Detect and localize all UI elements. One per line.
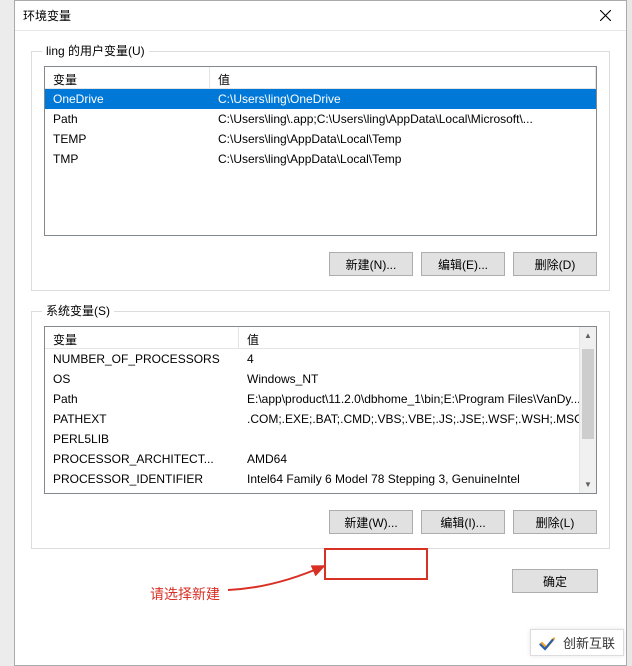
table-row[interactable]: PROCESSOR_ARCHITECT...AMD64	[45, 449, 596, 469]
annotation-text: 请选择新建	[150, 584, 220, 604]
scroll-thumb[interactable]	[582, 349, 594, 439]
var-value: Windows_NT	[239, 372, 596, 386]
system-edit-button[interactable]: 编辑(I)...	[421, 510, 505, 534]
var-name: TEMP	[45, 132, 210, 146]
var-value: E:\app\product\11.2.0\dbhome_1\bin;E:\Pr…	[239, 392, 596, 406]
table-row[interactable]: PROCESSOR_IDENTIFIERIntel64 Family 6 Mod…	[45, 469, 596, 489]
table-row[interactable]: PathE:\app\product\11.2.0\dbhome_1\bin;E…	[45, 389, 596, 409]
var-value: C:\Users\ling\OneDrive	[210, 92, 596, 106]
col-var[interactable]: 变量	[45, 67, 210, 88]
close-button[interactable]	[584, 1, 626, 31]
system-vars-label: 系统变量(S)	[42, 302, 114, 319]
var-name: TMP	[45, 152, 210, 166]
user-new-button[interactable]: 新建(N)...	[329, 252, 413, 276]
table-row[interactable]: NUMBER_OF_PROCESSORS4	[45, 349, 596, 369]
var-value: C:\Users\ling\AppData\Local\Temp	[210, 132, 596, 146]
var-value: Intel64 Family 6 Model 78 Stepping 3, Ge…	[239, 472, 596, 486]
var-name: PROCESSOR_ARCHITECT...	[45, 452, 239, 466]
system-vars-list[interactable]: 变量 值 NUMBER_OF_PROCESSORS4OSWindows_NTPa…	[44, 326, 597, 494]
user-vars-header: 变量 值	[45, 67, 596, 89]
var-name: Path	[45, 392, 239, 406]
watermark-text: 创新互联	[563, 633, 615, 652]
var-name: OS	[45, 372, 239, 386]
user-vars-list[interactable]: 变量 值 OneDriveC:\Users\ling\OneDrivePathC…	[44, 66, 597, 236]
table-row[interactable]: PathC:\Users\ling\.app;C:\Users\ling\App…	[45, 109, 596, 129]
table-row[interactable]: PERL5LIB	[45, 429, 596, 449]
table-row[interactable]: OneDriveC:\Users\ling\OneDrive	[45, 89, 596, 109]
watermark: 创新互联	[530, 629, 624, 656]
window-title: 环境变量	[23, 7, 71, 24]
var-name: Path	[45, 112, 210, 126]
table-row[interactable]: OSWindows_NT	[45, 369, 596, 389]
user-edit-button[interactable]: 编辑(E)...	[421, 252, 505, 276]
scrollbar[interactable]: ▲ ▼	[579, 327, 596, 493]
var-value: .COM;.EXE;.BAT;.CMD;.VBS;.VBE;.JS;.JSE;.…	[239, 412, 596, 426]
var-value: AMD64	[239, 452, 596, 466]
scroll-down-icon[interactable]: ▼	[580, 476, 596, 493]
col-val[interactable]: 值	[239, 327, 596, 348]
system-vars-group: 系统变量(S) 变量 值 NUMBER_OF_PROCESSORS4OSWind…	[31, 311, 610, 549]
col-val[interactable]: 值	[210, 67, 596, 88]
user-delete-button[interactable]: 删除(D)	[513, 252, 597, 276]
table-row[interactable]: PATHEXT.COM;.EXE;.BAT;.CMD;.VBS;.VBE;.JS…	[45, 409, 596, 429]
var-name: PROCESSOR_IDENTIFIER	[45, 472, 239, 486]
system-new-button[interactable]: 新建(W)...	[329, 510, 413, 534]
env-vars-dialog: 环境变量 ling 的用户变量(U) 变量 值 OneDriveC:\Users…	[14, 0, 627, 666]
titlebar: 环境变量	[15, 1, 626, 31]
col-var[interactable]: 变量	[45, 327, 239, 348]
var-name: NUMBER_OF_PROCESSORS	[45, 352, 239, 366]
scroll-up-icon[interactable]: ▲	[580, 327, 596, 344]
user-vars-group: ling 的用户变量(U) 变量 值 OneDriveC:\Users\ling…	[31, 51, 610, 291]
system-vars-header: 变量 值	[45, 327, 596, 349]
ok-button[interactable]: 确定	[512, 569, 598, 593]
table-row[interactable]: TEMPC:\Users\ling\AppData\Local\Temp	[45, 129, 596, 149]
var-name: PATHEXT	[45, 412, 239, 426]
close-icon	[600, 10, 611, 21]
var-name: PERL5LIB	[45, 432, 239, 446]
var-name: OneDrive	[45, 92, 210, 106]
watermark-icon	[539, 634, 557, 652]
var-value: C:\Users\ling\.app;C:\Users\ling\AppData…	[210, 112, 596, 126]
var-value: 4	[239, 352, 596, 366]
var-value: C:\Users\ling\AppData\Local\Temp	[210, 152, 596, 166]
user-vars-label: ling 的用户变量(U)	[42, 42, 149, 59]
system-delete-button[interactable]: 删除(L)	[513, 510, 597, 534]
table-row[interactable]: TMPC:\Users\ling\AppData\Local\Temp	[45, 149, 596, 169]
